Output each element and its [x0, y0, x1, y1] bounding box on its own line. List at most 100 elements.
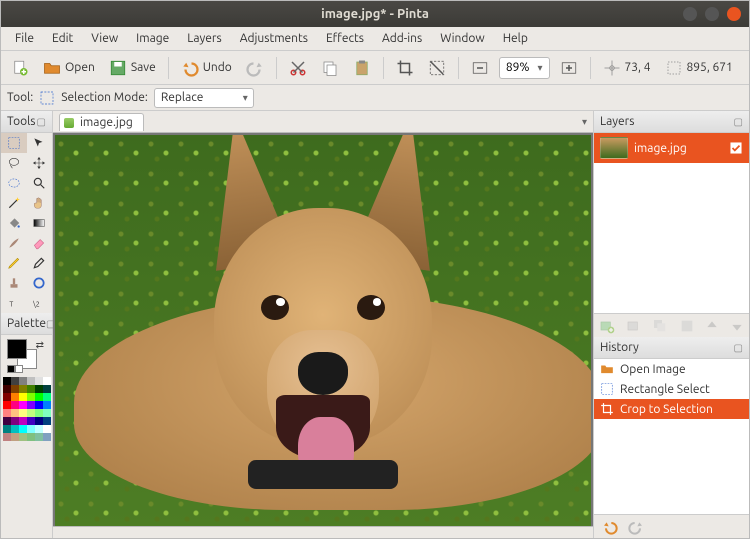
open-button[interactable]: Open — [39, 56, 99, 80]
document-tab[interactable]: image.jpg — [59, 113, 144, 131]
menu-effects[interactable]: Effects — [318, 29, 372, 48]
palette-color[interactable] — [35, 425, 43, 433]
tool-brush[interactable] — [1, 233, 27, 253]
merge-layer-button[interactable] — [679, 318, 695, 334]
palette-color[interactable] — [35, 401, 43, 409]
palette-color[interactable] — [27, 385, 35, 393]
copy-button[interactable] — [317, 56, 343, 80]
menu-view[interactable]: View — [83, 29, 126, 48]
tool-lasso[interactable] — [1, 153, 27, 173]
palette-color[interactable] — [3, 401, 11, 409]
palette-color[interactable] — [3, 433, 11, 441]
palette-color[interactable] — [3, 425, 11, 433]
palette-color[interactable] — [3, 417, 11, 425]
crop-button[interactable] — [392, 56, 418, 80]
palette-color[interactable] — [19, 393, 27, 401]
layer-down-button[interactable] — [730, 319, 744, 333]
cut-button[interactable] — [285, 56, 311, 80]
palette-color[interactable] — [19, 385, 27, 393]
selection-mode-combo[interactable]: Replace — [154, 88, 254, 108]
palette-color[interactable] — [43, 401, 51, 409]
palette-color[interactable] — [3, 377, 11, 385]
tool-eraser[interactable] — [27, 233, 53, 253]
delete-layer-button[interactable] — [626, 318, 642, 334]
palette-color[interactable] — [11, 401, 19, 409]
tool-magic-wand[interactable] — [1, 193, 27, 213]
tool-shapes[interactable]: \2 — [27, 293, 53, 313]
palette-color[interactable] — [43, 433, 51, 441]
palette-color[interactable] — [11, 425, 19, 433]
history-item-rectangle-select[interactable]: Rectangle Select — [594, 379, 749, 399]
tool-pan[interactable] — [27, 193, 53, 213]
palette-color[interactable] — [35, 417, 43, 425]
palette-color[interactable] — [11, 433, 19, 441]
menu-layers[interactable]: Layers — [179, 29, 229, 48]
menu-edit[interactable]: Edit — [44, 29, 81, 48]
tool-move-selection[interactable] — [27, 153, 53, 173]
palette-color[interactable] — [3, 393, 11, 401]
palette-color[interactable] — [11, 385, 19, 393]
tool-rectangle-select[interactable] — [1, 133, 27, 153]
foreground-color-swatch[interactable] — [7, 339, 27, 359]
tool-gradient[interactable] — [27, 213, 53, 233]
tool-color-picker[interactable] — [27, 253, 53, 273]
history-panel-header[interactable]: History ▢ — [594, 337, 749, 359]
new-button[interactable] — [7, 56, 33, 80]
tool-clone[interactable] — [1, 273, 27, 293]
menu-help[interactable]: Help — [495, 29, 536, 48]
close-button[interactable] — [727, 7, 741, 21]
tool-recolor[interactable] — [27, 273, 53, 293]
history-undo-button[interactable] — [602, 519, 618, 535]
deselect-button[interactable] — [424, 56, 450, 80]
save-button[interactable]: Save — [105, 56, 160, 80]
menu-addins[interactable]: Add-ins — [374, 29, 430, 48]
palette-color[interactable] — [35, 385, 43, 393]
palette-color[interactable] — [43, 385, 51, 393]
add-layer-button[interactable] — [599, 318, 615, 334]
minimize-button[interactable] — [683, 7, 697, 21]
palette-color[interactable] — [11, 377, 19, 385]
palette-color[interactable] — [19, 377, 27, 385]
tool-bucket[interactable] — [1, 213, 27, 233]
tool-text[interactable]: T — [1, 293, 27, 313]
document-tab-dropdown[interactable]: ▾ — [582, 116, 587, 128]
layers-panel-header[interactable]: Layers ▢ — [594, 111, 749, 133]
tool-ellipse-select[interactable] — [1, 173, 27, 193]
palette-color[interactable] — [27, 393, 35, 401]
palette-color[interactable] — [27, 433, 35, 441]
palette-color[interactable] — [35, 433, 43, 441]
palette-color[interactable] — [35, 393, 43, 401]
paste-button[interactable] — [349, 56, 375, 80]
menu-adjustments[interactable]: Adjustments — [232, 29, 316, 48]
color-swatches[interactable]: ⇄ — [5, 339, 48, 373]
tools-panel-header[interactable]: Tools ▢ — [1, 111, 52, 133]
zoom-out-button[interactable] — [467, 56, 493, 80]
palette-color[interactable] — [43, 393, 51, 401]
palette-color[interactable] — [3, 409, 11, 417]
palette-color[interactable] — [43, 377, 51, 385]
zoom-combo[interactable]: 89% ▾ — [499, 57, 550, 79]
default-colors-icon[interactable] — [7, 365, 23, 373]
menu-image[interactable]: Image — [128, 29, 177, 48]
horizontal-scrollbar[interactable] — [53, 526, 593, 538]
palette-color[interactable] — [11, 393, 19, 401]
palette-color[interactable] — [27, 417, 35, 425]
layer-visibility-checkbox[interactable] — [729, 141, 743, 155]
palette-color[interactable] — [27, 425, 35, 433]
menu-file[interactable]: File — [7, 29, 42, 48]
tool-move[interactable] — [27, 133, 53, 153]
maximize-button[interactable] — [705, 7, 719, 21]
palette-color[interactable] — [19, 401, 27, 409]
palette-color[interactable] — [27, 409, 35, 417]
palette-color[interactable] — [19, 409, 27, 417]
history-item-open-image[interactable]: Open Image — [594, 359, 749, 379]
palette-color[interactable] — [3, 385, 11, 393]
tool-pencil[interactable] — [1, 253, 27, 273]
palette-color[interactable] — [11, 417, 19, 425]
palette-color[interactable] — [35, 409, 43, 417]
layer-row[interactable]: image.jpg — [594, 133, 749, 163]
palette-color[interactable] — [43, 425, 51, 433]
layer-up-button[interactable] — [705, 319, 719, 333]
palette-color[interactable] — [35, 377, 43, 385]
palette-color[interactable] — [43, 409, 51, 417]
